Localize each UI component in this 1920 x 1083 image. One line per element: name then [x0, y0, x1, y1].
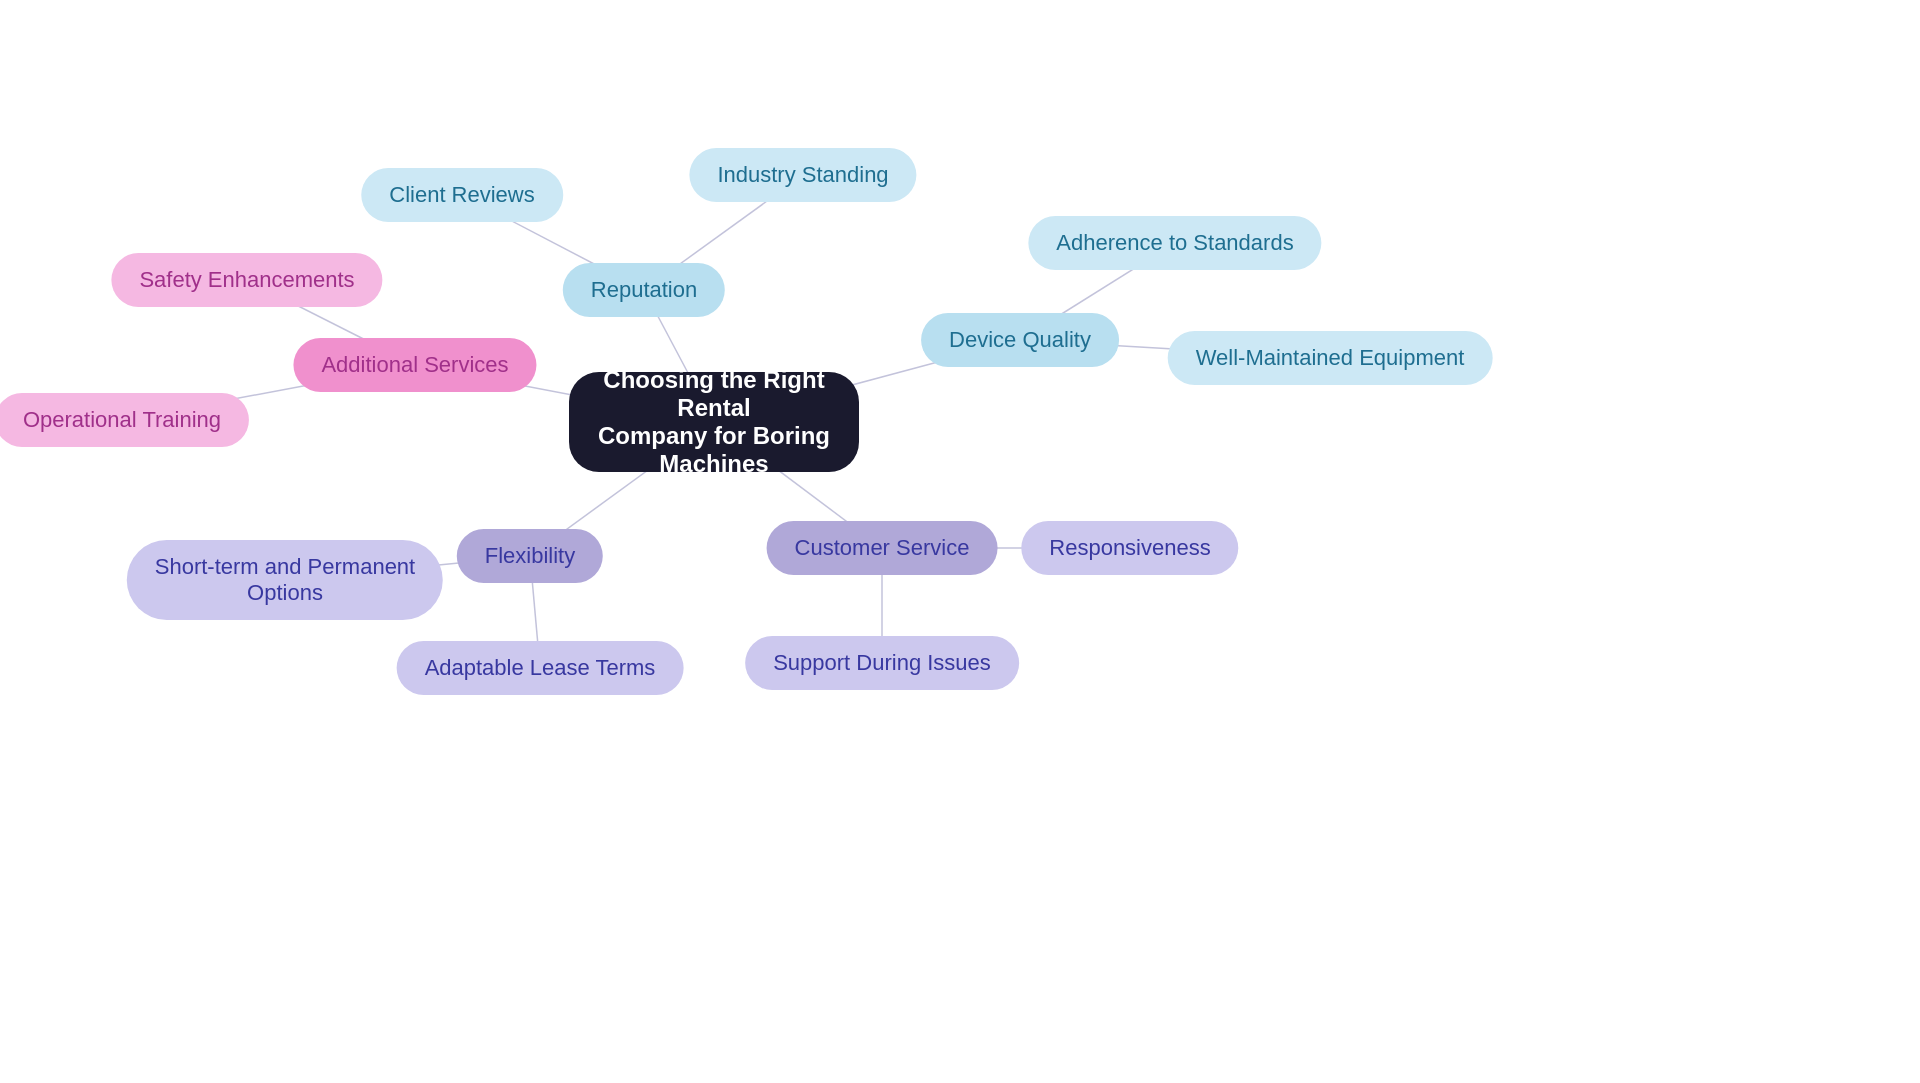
- node-reputation: Reputation: [563, 263, 725, 317]
- node-responsiveness: Responsiveness: [1021, 521, 1238, 575]
- node-flexibility: Flexibility: [457, 529, 603, 583]
- node-adherenceToStandards: Adherence to Standards: [1028, 216, 1321, 270]
- node-customerService: Customer Service: [767, 521, 998, 575]
- node-deviceQuality: Device Quality: [921, 313, 1119, 367]
- node-operationalTraining: Operational Training: [0, 393, 249, 447]
- node-center: Choosing the Right RentalCompany for Bor…: [569, 372, 859, 472]
- node-industryStanding: Industry Standing: [689, 148, 916, 202]
- node-adaptableLeaseTerms: Adaptable Lease Terms: [397, 641, 684, 695]
- node-clientReviews: Client Reviews: [361, 168, 563, 222]
- node-safetyEnhancements: Safety Enhancements: [111, 253, 382, 307]
- node-supportDuringIssues: Support During Issues: [745, 636, 1019, 690]
- mindmap-container: Choosing the Right RentalCompany for Bor…: [0, 0, 1920, 1083]
- node-additionalServices: Additional Services: [293, 338, 536, 392]
- node-shortTermPermanent: Short-term and PermanentOptions: [127, 540, 443, 620]
- node-wellMaintainedEquipment: Well-Maintained Equipment: [1168, 331, 1493, 385]
